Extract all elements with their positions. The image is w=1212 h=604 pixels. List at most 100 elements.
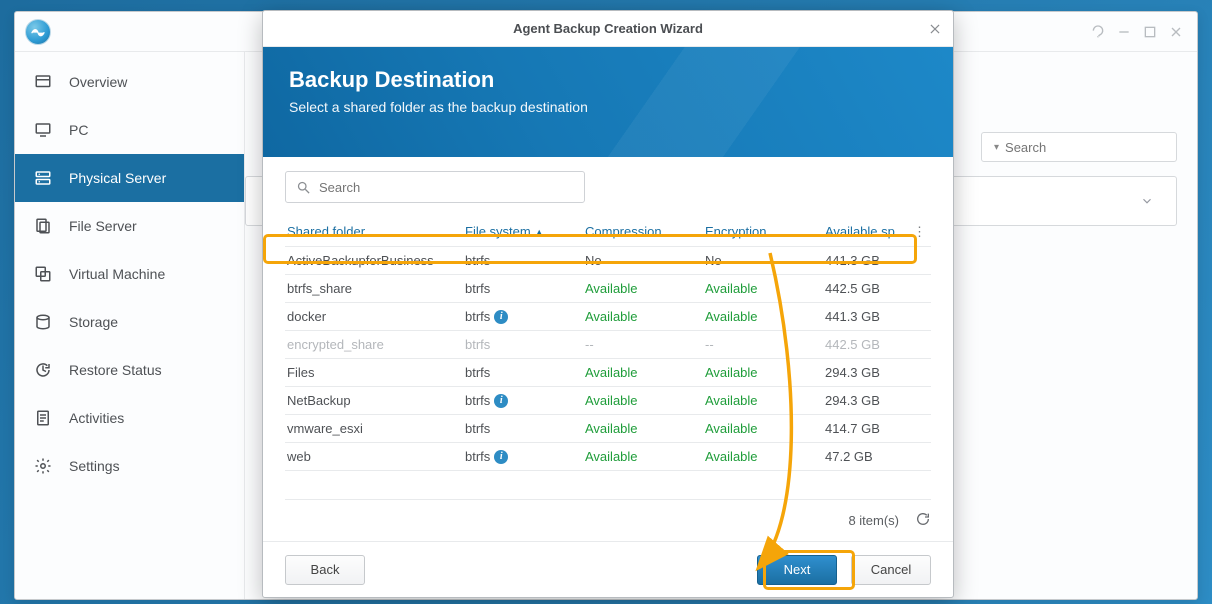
cell-compression: Available xyxy=(585,281,705,296)
cancel-button[interactable]: Cancel xyxy=(851,555,931,585)
back-button[interactable]: Back xyxy=(285,555,365,585)
sort-asc-icon: ▲ xyxy=(535,227,544,237)
folder-search[interactable] xyxy=(285,171,585,203)
cell-available: 441.3 GB xyxy=(825,253,913,268)
cell-folder: ActiveBackupforBusiness xyxy=(287,253,465,268)
cell-encryption: -- xyxy=(705,337,825,352)
minimize-icon[interactable] xyxy=(1113,21,1135,43)
sidebar-item-label: Storage xyxy=(69,314,118,330)
cell-encryption: Available xyxy=(705,309,825,324)
header-subtitle: Select a shared folder as the backup des… xyxy=(289,99,927,115)
help-icon[interactable] xyxy=(1087,21,1109,43)
table-row[interactable]: FilesbtrfsAvailableAvailable294.3 GB xyxy=(285,359,931,387)
sidebar-item-virtual-machine[interactable]: Virtual Machine xyxy=(15,250,244,298)
modal-header: Backup Destination Select a shared folde… xyxy=(263,47,953,157)
table-row[interactable]: dockerbtrfsiAvailableAvailable441.3 GB xyxy=(285,303,931,331)
cell-filesystem: btrfs xyxy=(465,281,585,296)
cell-compression: Available xyxy=(585,309,705,324)
col-encryption[interactable]: Encryption xyxy=(705,224,825,239)
main-search[interactable]: ▾ xyxy=(981,132,1177,162)
cell-folder: web xyxy=(287,449,465,464)
columns-menu-icon[interactable]: ⋮ xyxy=(913,224,929,240)
cell-filesystem: btrfs xyxy=(465,253,585,268)
activities-icon xyxy=(31,408,55,428)
overview-icon xyxy=(31,72,55,92)
cell-folder: vmware_esxi xyxy=(287,421,465,436)
cell-filesystem: btrfs xyxy=(465,365,585,380)
col-compression[interactable]: Compression xyxy=(585,224,705,239)
modal-actions: Back Next Cancel xyxy=(263,541,953,597)
maximize-icon[interactable] xyxy=(1139,21,1161,43)
info-icon[interactable]: i xyxy=(494,394,508,408)
sidebar-item-physical-server[interactable]: Physical Server xyxy=(15,154,244,202)
sidebar-item-label: Virtual Machine xyxy=(69,266,165,282)
reload-button[interactable] xyxy=(915,511,931,530)
sidebar-item-label: File Server xyxy=(69,218,137,234)
next-button[interactable]: Next xyxy=(757,555,837,585)
info-icon[interactable]: i xyxy=(494,450,508,464)
cell-folder: btrfs_share xyxy=(287,281,465,296)
cell-filesystem: btrfs xyxy=(465,337,585,352)
table-row[interactable]: btrfs_sharebtrfsAvailableAvailable442.5 … xyxy=(285,275,931,303)
table-row[interactable]: vmware_esxibtrfsAvailableAvailable414.7 … xyxy=(285,415,931,443)
sidebar: Overview PC Physical Server File Server Virt… xyxy=(15,52,245,599)
modal-close-button[interactable] xyxy=(925,19,945,39)
table-row: encrypted_sharebtrfs----442.5 GB xyxy=(285,331,931,359)
cell-folder: encrypted_share xyxy=(287,337,465,352)
cell-encryption: No xyxy=(705,253,825,268)
cell-available: 414.7 GB xyxy=(825,421,913,436)
cell-available: 47.2 GB xyxy=(825,449,913,464)
cell-filesystem: btrfsi xyxy=(465,393,585,408)
sidebar-item-file-server[interactable]: File Server xyxy=(15,202,244,250)
chevron-down-icon: ▾ xyxy=(994,142,999,153)
header-title: Backup Destination xyxy=(289,67,927,93)
table-footer: 8 item(s) xyxy=(285,499,931,541)
wizard-modal: Agent Backup Creation Wizard Backup Dest… xyxy=(262,10,954,598)
table-row[interactable]: webbtrfsiAvailableAvailable47.2 GB xyxy=(285,443,931,471)
folders-table: Shared folder File system▲ Compression E… xyxy=(285,217,931,471)
settings-icon xyxy=(31,456,55,476)
info-icon[interactable]: i xyxy=(494,310,508,324)
sidebar-item-overview[interactable]: Overview xyxy=(15,58,244,106)
modal-body: Shared folder File system▲ Compression E… xyxy=(263,157,953,541)
cell-filesystem: btrfsi xyxy=(465,309,585,324)
sidebar-item-label: Settings xyxy=(69,458,120,474)
col-shared-folder[interactable]: Shared folder xyxy=(287,224,465,239)
sidebar-item-label: Restore Status xyxy=(69,362,162,378)
cell-available: 442.5 GB xyxy=(825,337,913,352)
sidebar-item-pc[interactable]: PC xyxy=(15,106,244,154)
close-icon xyxy=(928,22,942,36)
cell-available: 294.3 GB xyxy=(825,365,913,380)
sidebar-item-restore-status[interactable]: Restore Status xyxy=(15,346,244,394)
table-header: Shared folder File system▲ Compression E… xyxy=(285,217,931,247)
cell-available: 441.3 GB xyxy=(825,309,913,324)
main-search-input[interactable] xyxy=(1005,140,1181,155)
cell-encryption: Available xyxy=(705,449,825,464)
col-file-system[interactable]: File system▲ xyxy=(465,224,585,239)
cell-encryption: Available xyxy=(705,281,825,296)
cell-compression: Available xyxy=(585,393,705,408)
table-row[interactable]: NetBackupbtrfsiAvailableAvailable294.3 G… xyxy=(285,387,931,415)
cell-encryption: Available xyxy=(705,393,825,408)
folder-search-input[interactable] xyxy=(319,180,574,195)
app-logo-icon xyxy=(25,19,51,45)
physical-server-icon xyxy=(31,168,55,188)
virtual-machine-icon xyxy=(31,264,55,284)
cell-compression: No xyxy=(585,253,705,268)
file-server-icon xyxy=(31,216,55,236)
col-available[interactable]: Available sp... xyxy=(825,224,913,239)
sidebar-item-activities[interactable]: Activities xyxy=(15,394,244,442)
sidebar-item-label: PC xyxy=(69,122,88,138)
cell-compression: Available xyxy=(585,365,705,380)
modal-title-text: Agent Backup Creation Wizard xyxy=(513,21,703,36)
close-icon[interactable] xyxy=(1165,21,1187,43)
table-row[interactable]: ActiveBackupforBusinessbtrfsNoNo441.3 GB xyxy=(285,247,931,275)
storage-icon xyxy=(31,312,55,332)
sidebar-item-settings[interactable]: Settings xyxy=(15,442,244,490)
cell-folder: NetBackup xyxy=(287,393,465,408)
cell-compression: Available xyxy=(585,449,705,464)
pc-icon xyxy=(31,120,55,140)
sidebar-item-label: Activities xyxy=(69,410,124,426)
cell-filesystem: btrfsi xyxy=(465,449,585,464)
sidebar-item-storage[interactable]: Storage xyxy=(15,298,244,346)
